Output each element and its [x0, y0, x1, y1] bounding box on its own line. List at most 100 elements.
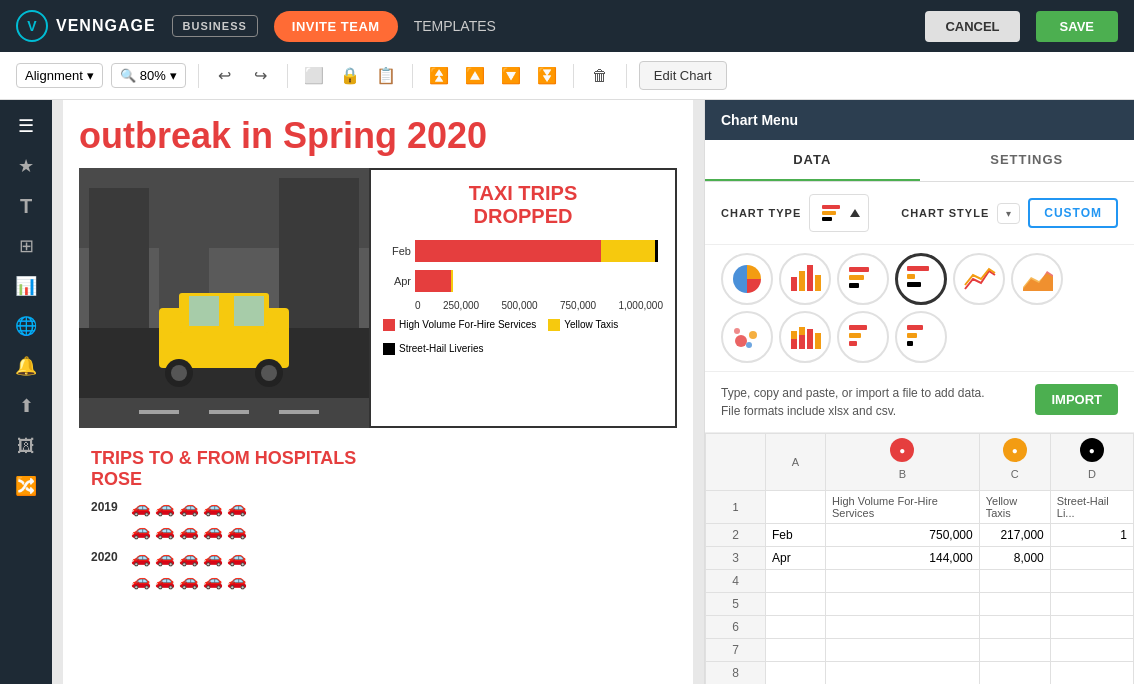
- svg-rect-39: [807, 329, 813, 349]
- custom-button[interactable]: CUSTOM: [1028, 198, 1118, 228]
- search-icon: 🔍: [120, 68, 136, 83]
- delete-button[interactable]: 🗑: [586, 62, 614, 90]
- save-button[interactable]: SAVE: [1036, 11, 1118, 42]
- tab-data[interactable]: DATA: [705, 140, 920, 181]
- sidebar-elements-icon[interactable]: ⊞: [8, 228, 44, 264]
- car-2020-5: 🚗: [227, 548, 247, 567]
- chart-icon-hbar-selected[interactable]: [895, 253, 947, 305]
- svg-rect-16: [209, 410, 249, 414]
- row-2-b[interactable]: 750,000: [826, 524, 980, 547]
- photo-side: [79, 168, 369, 428]
- svg-rect-36: [791, 331, 797, 339]
- car-2020-6: 🚗: [131, 571, 151, 590]
- edit-chart-button[interactable]: Edit Chart: [639, 61, 727, 90]
- chart-icon-hbar2[interactable]: [837, 311, 889, 363]
- row-3-a[interactable]: Apr: [766, 547, 826, 570]
- separator-4: [573, 64, 574, 88]
- chart-icon-hbar3[interactable]: [895, 311, 947, 363]
- table-row: 5: [706, 593, 1134, 616]
- svg-point-34: [734, 328, 740, 334]
- svg-point-12: [171, 365, 187, 381]
- table-row: 4: [706, 570, 1134, 593]
- sidebar-shuffle-icon[interactable]: 🔀: [8, 468, 44, 504]
- feb-label: Feb: [383, 245, 411, 257]
- move-bottom-button[interactable]: ⏬: [533, 62, 561, 90]
- svg-rect-29: [907, 274, 915, 279]
- feb-yellow-bar: [601, 240, 655, 262]
- import-button[interactable]: IMPORT: [1035, 384, 1118, 415]
- svg-rect-20: [822, 217, 832, 221]
- legend-street: Street-Hail Liveries: [383, 343, 483, 355]
- move-down-button[interactable]: 🔽: [497, 62, 525, 90]
- templates-link[interactable]: TEMPLATES: [414, 18, 496, 34]
- chart-icon-bubble[interactable]: [721, 311, 773, 363]
- col-b-color: ●: [890, 438, 914, 462]
- sidebar-chart-icon[interactable]: 📊: [8, 268, 44, 304]
- sidebar-star-icon[interactable]: ★: [8, 148, 44, 184]
- chart-tabs: DATA SETTINGS: [705, 140, 1134, 182]
- tab-settings[interactable]: SETTINGS: [920, 140, 1135, 181]
- canvas-area: outbreak in Spring 2020: [52, 100, 704, 684]
- sidebar-menu-icon[interactable]: ☰: [8, 108, 44, 144]
- row-2-c[interactable]: 217,000: [979, 524, 1050, 547]
- table-row: 1 High Volume For-Hire Services Yellow T…: [706, 491, 1134, 524]
- invite-team-button[interactable]: INVITE TEAM: [274, 11, 398, 42]
- lock-button[interactable]: 🔒: [336, 62, 364, 90]
- main-layout: ☰ ★ T ⊞ 📊 🌐 🔔 ⬆ 🖼 🔀 outbreak in Spring 2…: [0, 100, 1134, 684]
- year-2020-row2: 🚗 🚗 🚗 🚗 🚗: [91, 571, 357, 590]
- business-badge-button[interactable]: BUSINESS: [172, 15, 258, 37]
- row-1-d[interactable]: Street-Hail Li...: [1050, 491, 1133, 524]
- sidebar-image-icon[interactable]: 🖼: [8, 428, 44, 464]
- row-3-b[interactable]: 144,000: [826, 547, 980, 570]
- move-up-button[interactable]: 🔼: [461, 62, 489, 90]
- alignment-dropdown[interactable]: Alignment ▾: [16, 63, 103, 88]
- sidebar-upload-icon[interactable]: ⬆: [8, 388, 44, 424]
- col-b-header[interactable]: ● B: [826, 434, 980, 491]
- row-3-c[interactable]: 8,000: [979, 547, 1050, 570]
- zoom-dropdown[interactable]: 🔍 80% ▾: [111, 63, 186, 88]
- chart-icon-bar[interactable]: [779, 253, 831, 305]
- svg-rect-8: [189, 296, 219, 326]
- chart-icon-stacked[interactable]: [779, 311, 831, 363]
- chart-icon-line[interactable]: [953, 253, 1005, 305]
- col-d-color: ●: [1080, 438, 1104, 462]
- car-2019-5: 🚗: [227, 498, 247, 517]
- svg-rect-35: [791, 339, 797, 349]
- car-2019-7: 🚗: [155, 521, 175, 540]
- col-c-header[interactable]: ● C: [979, 434, 1050, 491]
- bar-chart: Feb Apr: [383, 240, 663, 414]
- row-3-d[interactable]: [1050, 547, 1133, 570]
- row-2-a[interactable]: Feb: [766, 524, 826, 547]
- sidebar-alert-icon[interactable]: 🔔: [8, 348, 44, 384]
- cancel-button[interactable]: CANCEL: [925, 11, 1019, 42]
- chart-icon-area[interactable]: [1011, 253, 1063, 305]
- sidebar-text-icon[interactable]: T: [8, 188, 44, 224]
- canvas-content: outbreak in Spring 2020: [63, 100, 693, 684]
- row-1-b[interactable]: High Volume For-Hire Services: [826, 491, 980, 524]
- chart-icon-hbar[interactable]: [837, 253, 889, 305]
- chart-style-dropdown[interactable]: ▾: [997, 203, 1020, 224]
- undo-button[interactable]: ↩: [211, 62, 239, 90]
- table-row: 6: [706, 616, 1134, 639]
- row-1-c[interactable]: Yellow Taxis: [979, 491, 1050, 524]
- chart-type-selector[interactable]: [809, 194, 869, 232]
- table-header-row: A ● B ● C: [706, 434, 1134, 491]
- hospitals-section: TRIPS TO & FROM HOSPITALS ROSE 2019 🚗 🚗 …: [79, 436, 677, 636]
- legend-dot-yellow: [548, 319, 560, 331]
- copy-button[interactable]: 📋: [372, 62, 400, 90]
- move-top-button[interactable]: ⏫: [425, 62, 453, 90]
- svg-rect-30: [907, 282, 921, 287]
- separator-1: [198, 64, 199, 88]
- row-1-a[interactable]: [766, 491, 826, 524]
- logo-area: V VENNGAGE: [16, 10, 156, 42]
- col-d-header[interactable]: ● D: [1050, 434, 1133, 491]
- chart-icon-pie[interactable]: [721, 253, 773, 305]
- redo-button[interactable]: ↪: [247, 62, 275, 90]
- car-2020-7: 🚗: [155, 571, 175, 590]
- row-2-d[interactable]: 1: [1050, 524, 1133, 547]
- car-2020-9: 🚗: [203, 571, 223, 590]
- car-2020-1: 🚗: [131, 548, 151, 567]
- arrange-button[interactable]: ⬜: [300, 62, 328, 90]
- sidebar-globe-icon[interactable]: 🌐: [8, 308, 44, 344]
- svg-rect-26: [849, 275, 864, 280]
